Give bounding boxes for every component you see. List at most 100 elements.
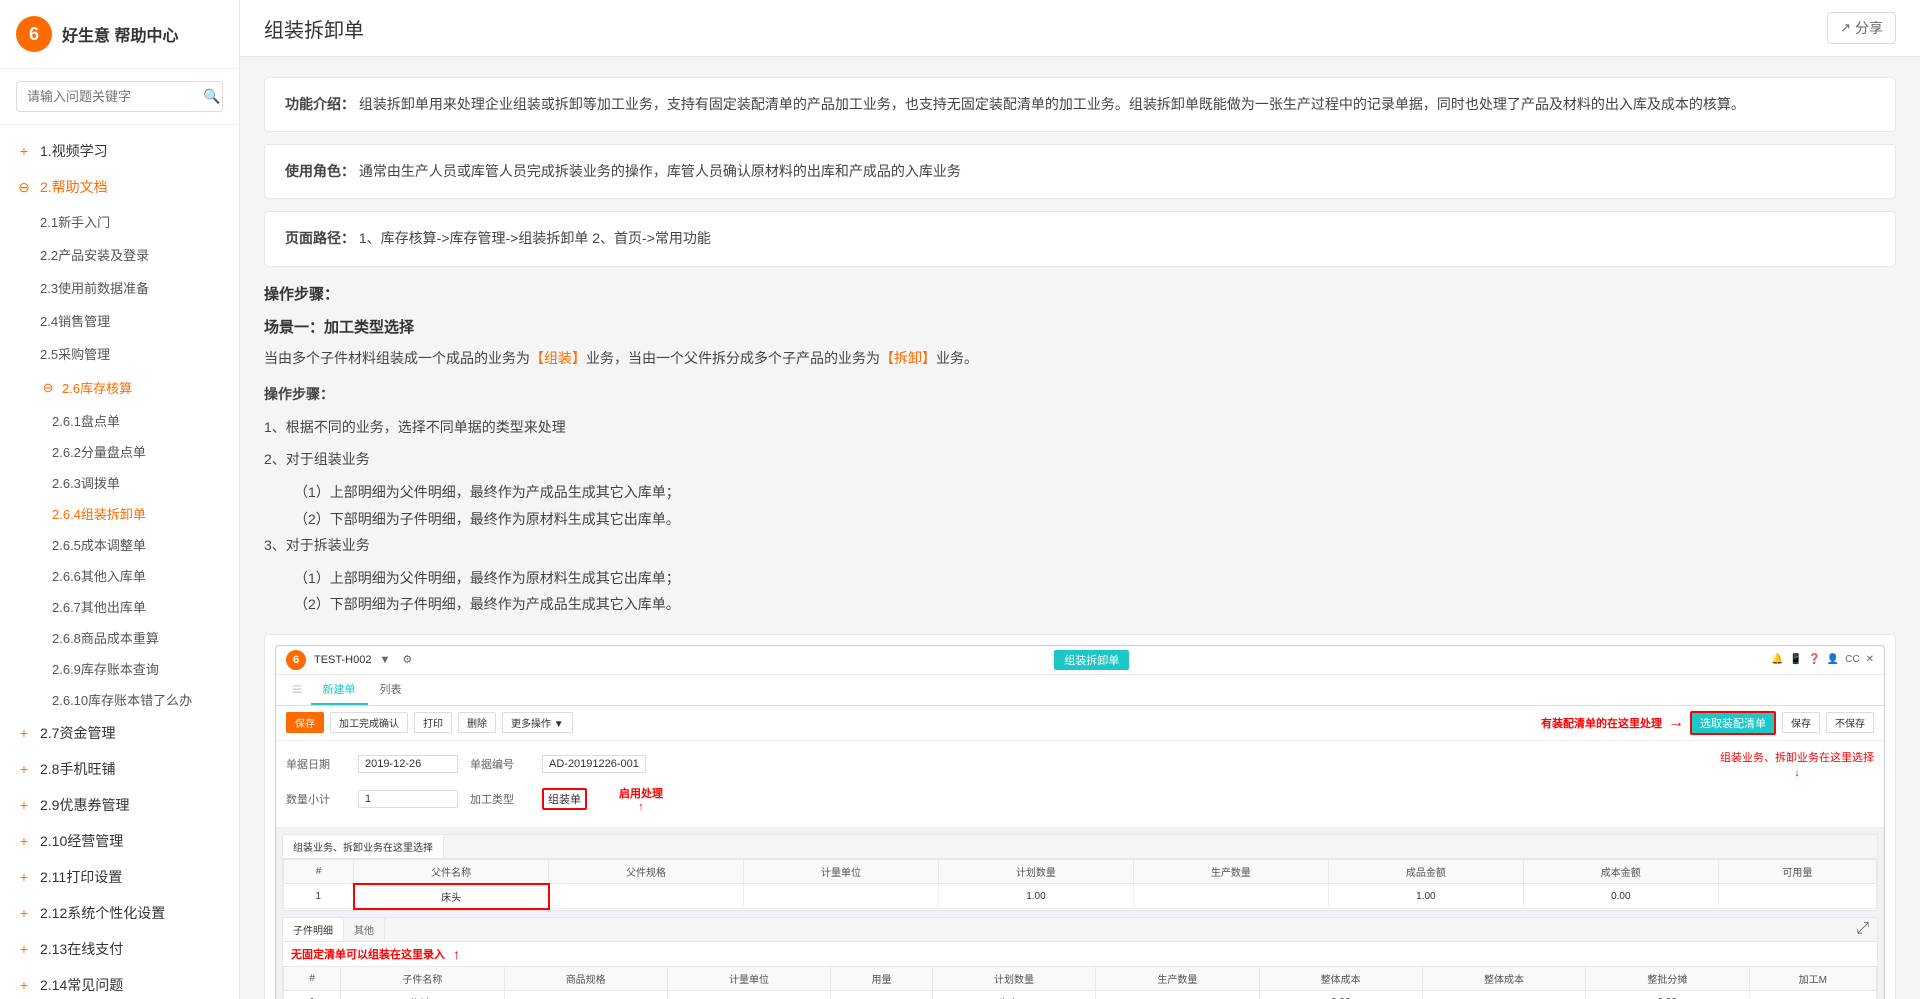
col-product-amt: 成品金额: [1328, 859, 1523, 884]
col-prod-qty: 生产数量: [1133, 859, 1328, 884]
sidebar-label-inventory: 2.6库存核算: [62, 378, 132, 397]
sidebar-label-faq: 2.14常见问题: [40, 975, 123, 995]
nav-left[interactable]: ≡: [292, 679, 303, 700]
c-proc: [1749, 990, 1876, 999]
role-text: 通常由生产人员或库管人员完成拆装业务的操作，库管人员确认原材料的出库和产成品的入…: [359, 163, 961, 179]
qty-input[interactable]: 1: [358, 790, 458, 808]
annotation2-arrow: ↓: [1794, 767, 1800, 779]
step1-text: 1、根据不同的业务，选择不同单据的类型来处理: [264, 414, 1896, 441]
app-icon-3: ❓: [1808, 654, 1820, 665]
nav-tree: + 1.视频学习 ⊖ 2.帮助文档 2.1新手入门 2.2产品安装及登录 2.3…: [0, 125, 239, 999]
date-label: 单据日期: [286, 756, 346, 772]
no-input[interactable]: AD-20191226-001: [542, 755, 646, 773]
sidebar-item-stocktake[interactable]: 2.6.1盘点单: [0, 405, 239, 436]
sidebar-item-assembly[interactable]: 2.6.4组装拆卸单: [0, 498, 239, 529]
date-input[interactable]: 2019-12-26: [358, 755, 458, 773]
step3-2-text: （2）下部明细为子件明细，最终作为产成品生成其它入库单。: [264, 591, 1896, 618]
expand-icon-payment: +: [16, 941, 32, 957]
sidebar-item-mobile[interactable]: + 2.8手机旺铺: [0, 751, 239, 787]
c-name: 物料1: [341, 990, 504, 999]
sidebar-item-faq[interactable]: + 2.14常见问题: [0, 967, 239, 999]
nav-btn-primary[interactable]: 组装拆卸单: [1054, 650, 1129, 670]
annotation1-area: 有装配清单的在这里处理 → 选取装配清单 保存 不保存: [1541, 711, 1874, 735]
role-info-block: 使用角色： 通常由生产人员或库管人员完成拆装业务的操作，库管人员确认原材料的出库…: [264, 144, 1896, 199]
expand-icon-operation: +: [16, 833, 32, 849]
col-parent-spec: 父件规格: [549, 859, 744, 884]
sidebar-item-docs[interactable]: ⊖ 2.帮助文档: [0, 169, 239, 205]
dropdown-arrow[interactable]: ▼: [379, 654, 390, 666]
sidebar-item-operation[interactable]: + 2.10经营管理: [0, 823, 239, 859]
btn-save2[interactable]: 保存: [1782, 712, 1820, 733]
share-button[interactable]: ↗ 分享: [1827, 12, 1896, 44]
sidebar-item-data-prep[interactable]: 2.3使用前数据准备: [0, 271, 239, 304]
btn-confirm[interactable]: 加工完成确认: [330, 712, 408, 733]
cell-unit: [744, 884, 939, 909]
parent-tab-bar: 组装业务、拆卸业务在这里选择: [283, 835, 1877, 859]
sidebar-item-videos[interactable]: + 1.视频学习: [0, 133, 239, 169]
type-select-input[interactable]: 组装单: [542, 788, 587, 810]
child-tab-bar: 子件明细 其他 ⤢: [283, 918, 1877, 942]
btn-print[interactable]: 打印: [414, 712, 452, 733]
expand-table-icon[interactable]: ⤢: [1856, 920, 1869, 938]
sidebar-item-cost-recalc[interactable]: 2.6.8商品成本重算: [0, 622, 239, 653]
btn-delete[interactable]: 删除: [458, 712, 496, 733]
sidebar-item-transfer[interactable]: 2.6.3调拨单: [0, 467, 239, 498]
annotation4-row: 无固定清单可以组装在这里录入 ↑: [283, 942, 1877, 966]
tab-new[interactable]: 新建单: [311, 675, 368, 705]
c-spec: [504, 990, 667, 999]
sidebar-item-ledger-query[interactable]: 2.6.9库存账本查询: [0, 653, 239, 684]
qty-label: 数量小计: [286, 791, 346, 807]
app-icon-2: 📱: [1790, 654, 1802, 665]
cell-amt1: 1.00: [1328, 884, 1523, 909]
sidebar-item-other-in[interactable]: 2.6.6其他入库单: [0, 560, 239, 591]
expand-icon-print: +: [16, 869, 32, 885]
annotation3-area: 启用处理 ↑: [619, 785, 663, 813]
sidebar-item-other-out[interactable]: 2.6.7其他出库单: [0, 591, 239, 622]
c-cost1: 0.00: [1259, 990, 1422, 999]
btn-more[interactable]: 更多操作 ▼: [502, 712, 573, 733]
sidebar-label-videos: 1.视频学习: [40, 141, 108, 161]
cell-num: 1: [284, 884, 354, 909]
sidebar-item-partial-stocktake[interactable]: 2.6.2分量盘点单: [0, 436, 239, 467]
expand-icon-custom: +: [16, 905, 32, 921]
table-row: 1 床头 1.00 1.00 0.00: [284, 884, 1877, 909]
btn-bom-confirm[interactable]: 选取装配清单: [1690, 711, 1776, 735]
col-c-cost2: 整体成本: [1422, 966, 1585, 990]
sidebar-item-newcomer[interactable]: 2.1新手入门: [0, 205, 239, 238]
search-icon[interactable]: 🔍: [203, 88, 220, 105]
tab-parent-detail[interactable]: 组装业务、拆卸业务在这里选择: [283, 835, 444, 858]
form-row-1: 单据日期 2019-12-26 单据编号 AD-20191226-001 组装业…: [286, 749, 1874, 779]
app-close[interactable]: ✕: [1866, 654, 1874, 665]
sidebar-item-finance[interactable]: + 2.7资金管理: [0, 715, 239, 751]
search-input[interactable]: [27, 89, 203, 104]
sidebar-item-ledger-fix[interactable]: 2.6.10库存账本错了么办: [0, 684, 239, 715]
tab-child-detail[interactable]: 子件明细: [283, 918, 344, 941]
gear-icon[interactable]: ⚙: [402, 653, 412, 666]
btn-cancel[interactable]: 不保存: [1826, 712, 1874, 733]
sidebar-item-purchase[interactable]: 2.5采购管理: [0, 337, 239, 370]
btn-save[interactable]: 保存: [286, 712, 324, 733]
path-text: 1、库存核算->库存管理->组装拆卸单 2、首页->常用功能: [359, 230, 711, 246]
sidebar-item-payment[interactable]: + 2.13在线支付: [0, 931, 239, 967]
annotation2-area: 组装业务、拆卸业务在这里选择 ↓: [1720, 749, 1874, 779]
app-header: 6 TEST-H002 ▼ ⚙ 组装拆卸单 🔔 📱 ❓ 👤 CC ✕: [276, 646, 1884, 675]
c-num: 1: [284, 990, 341, 999]
main-content: 组装拆卸单 ↗ 分享 功能介绍： 组装拆卸单用来处理企业组装或拆卸等加工业务，支…: [240, 0, 1920, 999]
sidebar-item-cost-adjust[interactable]: 2.6.5成本调整单: [0, 529, 239, 560]
sidebar-item-inventory[interactable]: ⊖ 2.6库存核算: [0, 370, 239, 405]
share-icon: ↗: [1840, 20, 1851, 36]
app-id: TEST-H002: [314, 654, 371, 666]
tab-other[interactable]: 其他: [344, 918, 385, 941]
content-area: 功能介绍： 组装拆卸单用来处理企业组装或拆卸等加工业务，支持有固定装配清单的产品…: [240, 57, 1920, 999]
feature-intro-block: 功能介绍： 组装拆卸单用来处理企业组装或拆卸等加工业务，支持有固定装配清单的产品…: [264, 77, 1896, 132]
ops-steps-label: 操作步骤：: [264, 381, 1896, 408]
sidebar-label-coupon: 2.9优惠券管理: [40, 795, 129, 815]
sidebar-item-print[interactable]: + 2.11打印设置: [0, 859, 239, 895]
c-alloc: 0.00: [1586, 990, 1749, 999]
c-cost2: [1422, 990, 1585, 999]
sidebar-item-sales[interactable]: 2.4销售管理: [0, 304, 239, 337]
sidebar-item-custom[interactable]: + 2.12系统个性化设置: [0, 895, 239, 931]
sidebar-item-coupon[interactable]: + 2.9优惠券管理: [0, 787, 239, 823]
tab-list[interactable]: 列表: [368, 675, 414, 705]
sidebar-item-install[interactable]: 2.2产品安装及登录: [0, 238, 239, 271]
